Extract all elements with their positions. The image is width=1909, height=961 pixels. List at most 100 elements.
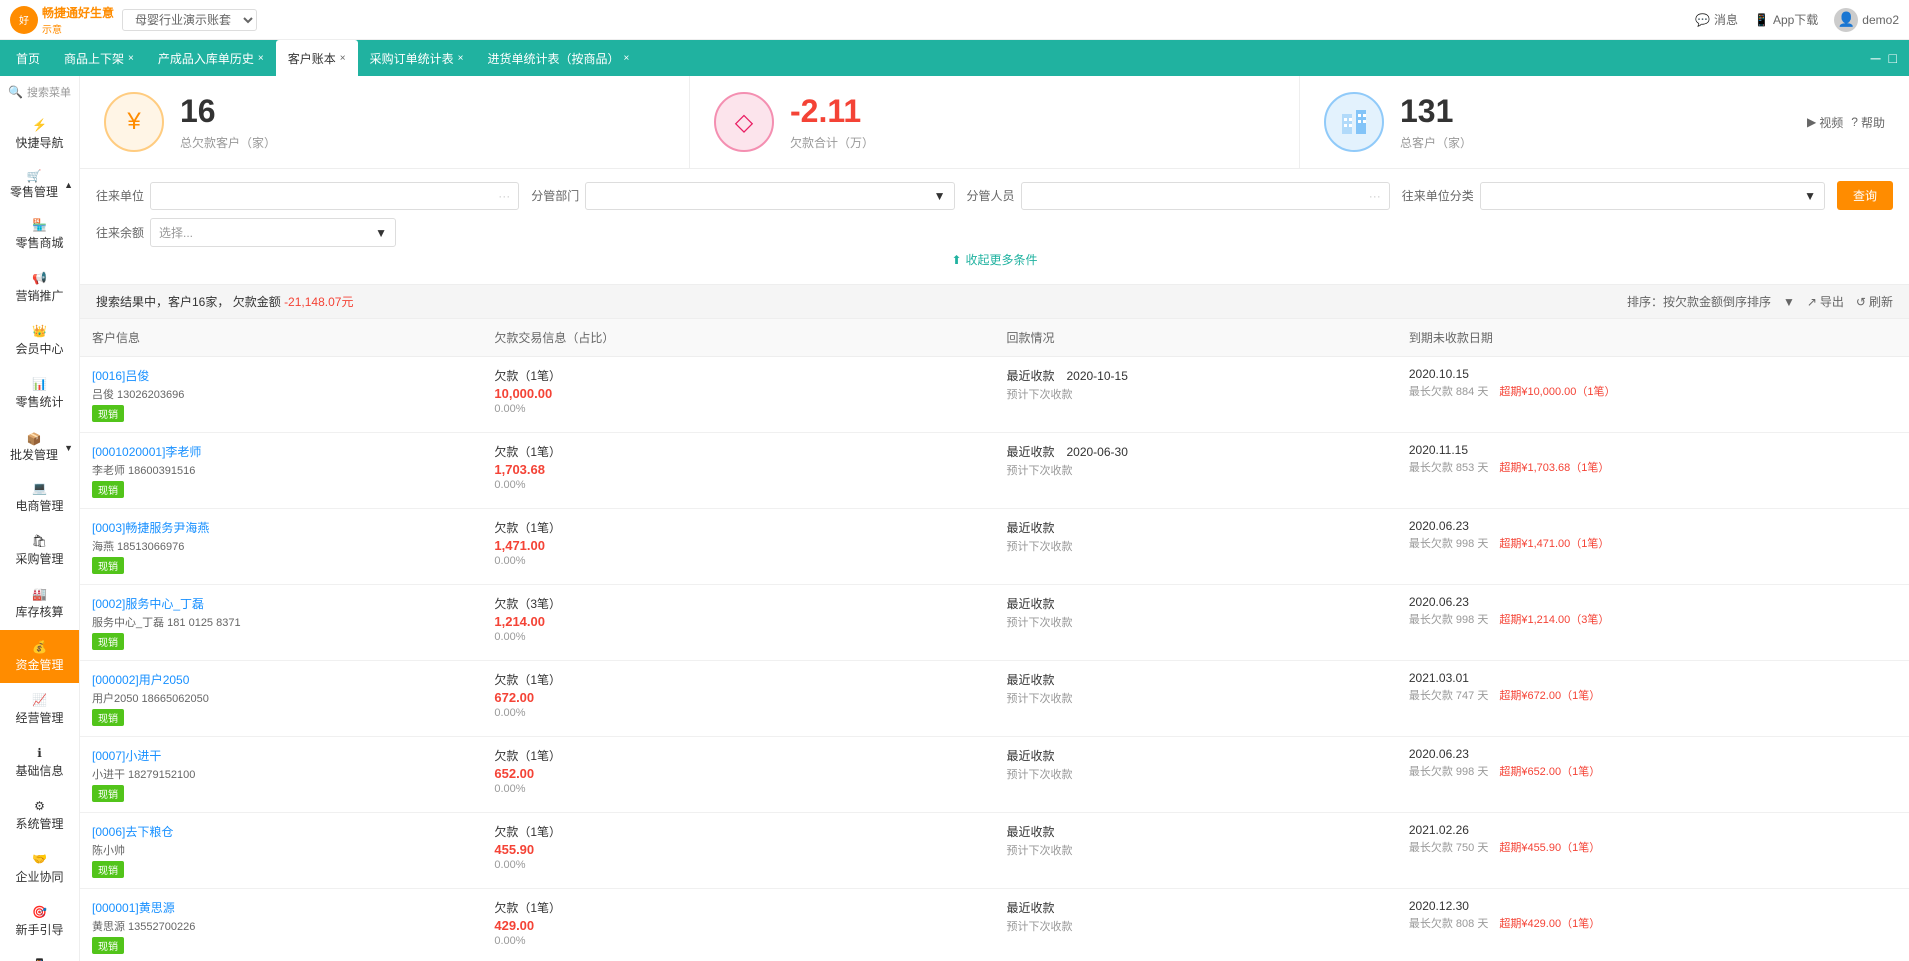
tab-home[interactable]: 首页 <box>4 40 52 76</box>
brand-sub: 示意 <box>42 21 114 36</box>
debt-amount-3: 1,214.00 <box>494 614 982 629</box>
sidebar-item-inventory[interactable]: 🏭 库存核算 <box>0 577 79 630</box>
overdue-link-5[interactable]: 超期¥652.00（1笔） <box>1499 766 1600 778</box>
customer-name-4[interactable]: [000002]用户2050 <box>92 671 470 688</box>
sidebar-item-capital[interactable]: 💰 资金管理 <box>0 630 79 683</box>
collapse-btn[interactable]: ⬆ 收起更多条件 <box>96 247 1893 272</box>
tag-4: 现销 <box>92 709 124 726</box>
sidebar-item-quick-nav[interactable]: ⚡ 快捷导航 <box>0 108 79 161</box>
data-table: 客户信息 欠款交易信息（占比） 回款情况 到期未收款日期 [0016]吕俊 吕俊… <box>80 319 1909 961</box>
window-min-btn[interactable]: ─ <box>1871 50 1881 66</box>
tab-product-history[interactable]: 产成品入库单历史 × <box>146 40 276 76</box>
customer-name-0[interactable]: [0016]吕俊 <box>92 367 470 384</box>
return-next-4: 预计下次收款 <box>1006 690 1384 706</box>
video-btn[interactable]: ▶ 视频 <box>1807 114 1843 131</box>
sidebar-item-search-menu[interactable]: 🔍 搜索菜单 <box>0 76 79 108</box>
sidebar-item-retail-mgmt[interactable]: 🛒 零售管理 ▲ <box>0 161 79 208</box>
overdue-link-4[interactable]: 超期¥672.00（1笔） <box>1499 690 1600 702</box>
filter-person: 分管人员 ··· <box>967 182 1390 210</box>
cell-customer-6: [0006]去下粮仓 陈小帅 现销 <box>80 813 482 889</box>
col-return-status: 回款情况 <box>994 319 1396 357</box>
top-bar-right: 💬 消息 📱 App下载 👤 demo2 <box>1695 8 1899 32</box>
debt-count-5: 欠款（1笔） <box>494 747 982 764</box>
overdue-link-7[interactable]: 超期¥429.00（1笔） <box>1499 918 1600 930</box>
customer-name-1[interactable]: [0001020001]李老师 <box>92 443 470 460</box>
sidebar-item-retail-stats[interactable]: 📊 零售统计 <box>0 367 79 420</box>
table-row: [0016]吕俊 吕俊 13026203696 现销 欠款（1笔） 10,000… <box>80 357 1909 433</box>
close-product-publish[interactable]: × <box>128 53 134 64</box>
cell-due-4: 2021.03.01 最长欠款 747 天 超期¥672.00（1笔） <box>1397 661 1909 737</box>
tab-customer-account[interactable]: 客户账本 × <box>276 40 358 76</box>
debt-percent-0: 0.00% <box>494 403 982 415</box>
message-btn[interactable]: 💬 消息 <box>1695 11 1738 28</box>
from-unit-input[interactable]: ··· <box>150 182 519 210</box>
sidebar-item-ecommerce[interactable]: 💻 电商管理 <box>0 471 79 524</box>
customer-name-5[interactable]: [0007]小进干 <box>92 747 470 764</box>
sidebar-item-enterprise[interactable]: 🤝 企业协同 <box>0 842 79 895</box>
username: demo2 <box>1862 13 1899 27</box>
return-next-5: 预计下次收款 <box>1006 766 1384 782</box>
cell-return-7: 最近收款 预计下次收款 <box>994 889 1396 961</box>
cell-customer-1: [0001020001]李老师 李老师 18600391516 现销 <box>80 433 482 509</box>
sidebar-item-apps[interactable]: 📱 应用中心 <box>0 948 79 961</box>
cell-customer-3: [0002]服务中心_丁磊 服务中心_丁磊 181 0125 8371 现销 <box>80 585 482 661</box>
cell-debt-3: 欠款（3笔） 1,214.00 0.00% <box>482 585 994 661</box>
cell-customer-4: [000002]用户2050 用户2050 18665062050 现销 <box>80 661 482 737</box>
overdue-link-1[interactable]: 超期¥1,703.68（1笔） <box>1499 462 1609 474</box>
cell-due-2: 2020.06.23 最长欠款 998 天 超期¥1,471.00（1笔） <box>1397 509 1909 585</box>
sidebar-item-basic-info[interactable]: ℹ 基础信息 <box>0 736 79 789</box>
close-product-history[interactable]: × <box>258 53 264 64</box>
overdue-link-3[interactable]: 超期¥1,214.00（3笔） <box>1499 614 1609 626</box>
window-max-btn[interactable]: □ <box>1889 50 1897 66</box>
debt-count-6: 欠款（1笔） <box>494 823 982 840</box>
sidebar-item-marketing[interactable]: 📢 营销推广 <box>0 261 79 314</box>
unit-class-select[interactable]: ▼ <box>1480 182 1825 210</box>
customer-name-6[interactable]: [0006]去下粮仓 <box>92 823 470 840</box>
refresh-btn[interactable]: ↺ 刷新 <box>1856 293 1893 310</box>
close-customer-account[interactable]: × <box>340 53 346 64</box>
sidebar-item-system[interactable]: ⚙ 系统管理 <box>0 789 79 842</box>
dept-select[interactable]: ▼ <box>585 182 954 210</box>
export-btn[interactable]: ↗ 导出 <box>1807 293 1844 310</box>
company-select[interactable]: 母婴行业演示账套 <box>122 9 257 31</box>
cell-return-1: 最近收款 2020-06-30 预计下次收款 <box>994 433 1396 509</box>
overdue-date-3: 2020.06.23 <box>1409 595 1897 609</box>
debt-percent-6: 0.00% <box>494 859 982 871</box>
sidebar-item-guide[interactable]: 🎯 新手引导 <box>0 895 79 948</box>
content-area: ¥ 16 总欠款客户（家） ◇ -2.11 欠款合计（万） <box>80 76 1909 961</box>
sidebar-item-members[interactable]: 👑 会员中心 <box>0 314 79 367</box>
overdue-link-0[interactable]: 超期¥10,000.00（1笔） <box>1499 386 1615 398</box>
return-next-0: 预计下次收款 <box>1006 386 1384 402</box>
customer-name-2[interactable]: [0003]畅捷服务尹海燕 <box>92 519 470 536</box>
app-download-btn[interactable]: 📱 App下载 <box>1754 11 1818 28</box>
sidebar-item-batch-mgmt[interactable]: 📦 批发管理 ▼ <box>0 424 79 471</box>
tab-product-publish[interactable]: 商品上下架 × <box>52 40 146 76</box>
customer-name-3[interactable]: [0002]服务中心_丁磊 <box>92 595 470 612</box>
from-unit-label: 往来单位 <box>96 187 144 204</box>
sidebar-item-operations[interactable]: 📈 经营管理 <box>0 683 79 736</box>
person-input[interactable]: ··· <box>1021 182 1390 210</box>
query-button[interactable]: 查询 <box>1837 181 1893 210</box>
tab-inventory-stats[interactable]: 进货单统计表（按商品） × <box>475 40 641 76</box>
overdue-days-3: 最长欠款 998 天 超期¥1,214.00（3笔） <box>1409 611 1897 627</box>
return-date-3: 最近收款 <box>1006 595 1384 612</box>
return-next-7: 预计下次收款 <box>1006 918 1384 934</box>
overdue-link-6[interactable]: 超期¥455.90（1笔） <box>1499 842 1600 854</box>
close-inventory-stats[interactable]: × <box>623 53 629 64</box>
return-next-3: 预计下次收款 <box>1006 614 1384 630</box>
cell-debt-0: 欠款（1笔） 10,000.00 0.00% <box>482 357 994 433</box>
tab-purchase-order[interactable]: 采购订单统计表 × <box>358 40 476 76</box>
person-label: 分管人员 <box>967 187 1015 204</box>
return-date-2: 最近收款 <box>1006 519 1384 536</box>
user-area[interactable]: 👤 demo2 <box>1834 8 1899 32</box>
overdue-link-2[interactable]: 超期¥1,471.00（1笔） <box>1499 538 1609 550</box>
overdue-days-2: 最长欠款 998 天 超期¥1,471.00（1笔） <box>1409 535 1897 551</box>
customer-name-7[interactable]: [000001]黄思源 <box>92 899 470 916</box>
sidebar-item-purchase-mgmt[interactable]: 🛍 采购管理 <box>0 524 79 577</box>
cell-return-0: 最近收款 2020-10-15 预计下次收款 <box>994 357 1396 433</box>
close-purchase-order[interactable]: × <box>458 53 464 64</box>
sidebar-item-retail-mall[interactable]: 🏪 零售商城 <box>0 208 79 261</box>
overdue-days-1: 最长欠款 853 天 超期¥1,703.68（1笔） <box>1409 459 1897 475</box>
balance-select[interactable]: 选择... ▼ <box>150 218 396 247</box>
help-btn[interactable]: ? 帮助 <box>1851 114 1885 131</box>
